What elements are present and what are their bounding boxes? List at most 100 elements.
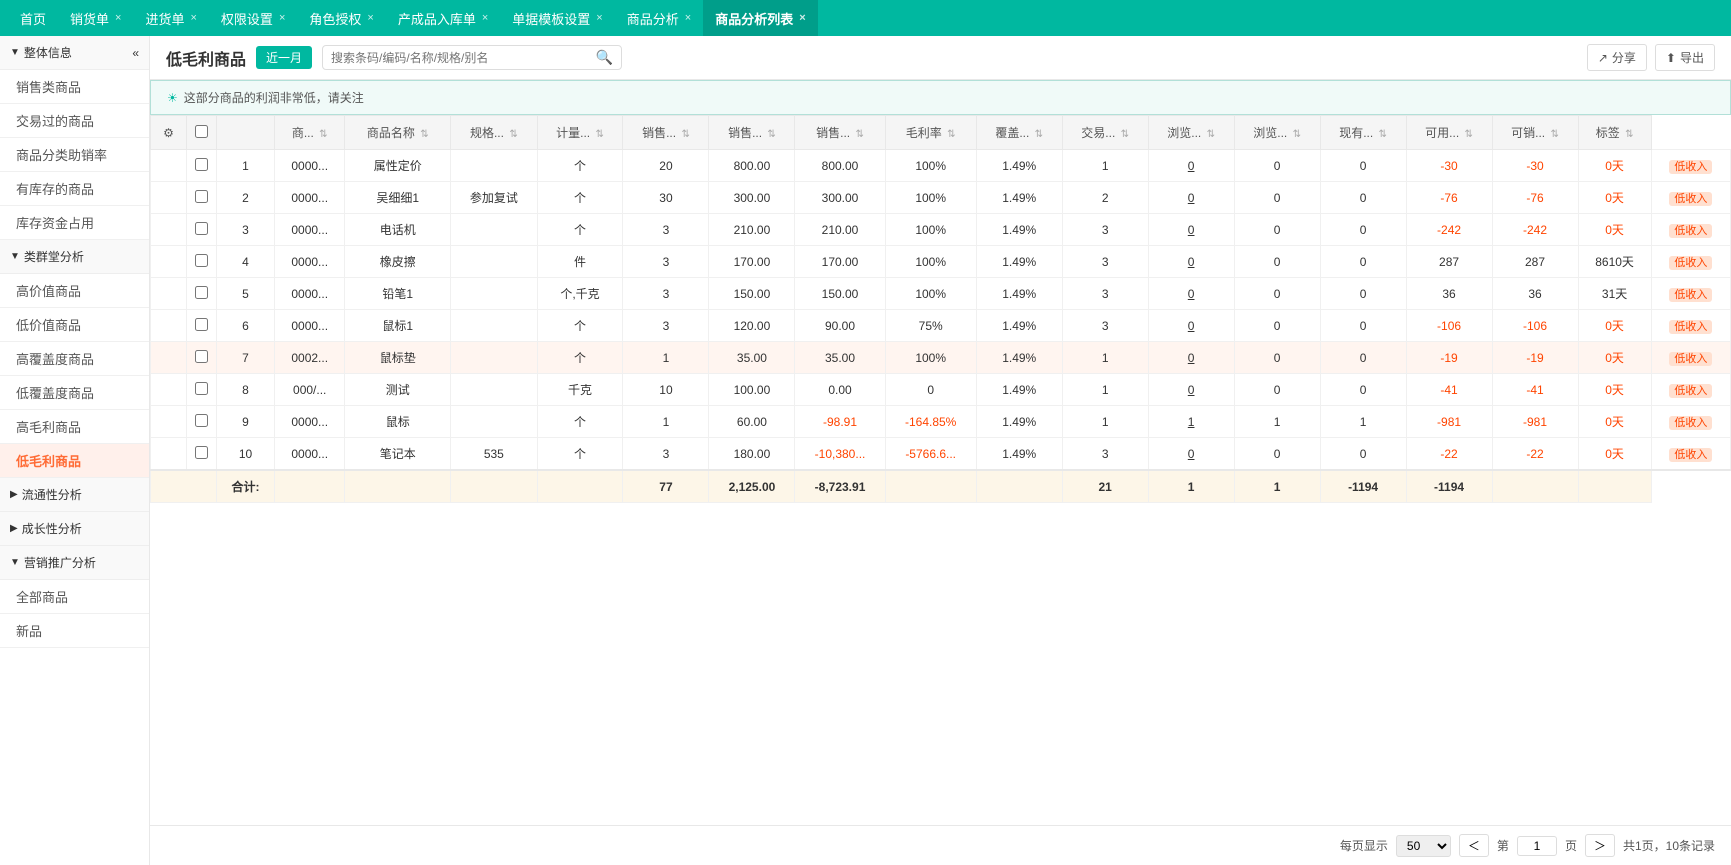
nav-product-inbound[interactable]: 产成品入库单 ×: [386, 0, 500, 36]
sidebar-item-all-products[interactable]: 全部商品: [0, 580, 149, 614]
sidebar-group-cluster[interactable]: ▼ 类群堂分析: [0, 240, 149, 274]
col-tag[interactable]: 标签 ⇅: [1578, 116, 1651, 150]
row-transaction-1[interactable]: 0: [1148, 182, 1234, 214]
sidebar-item-traded-products[interactable]: 交易过的商品: [0, 104, 149, 138]
close-sales-icon[interactable]: ×: [115, 12, 121, 24]
col-stock[interactable]: 现有... ⇅: [1320, 116, 1406, 150]
close-goods-analysis-list-icon[interactable]: ×: [799, 12, 805, 24]
search-icon[interactable]: 🔍: [596, 49, 613, 66]
close-purchase-icon[interactable]: ×: [190, 12, 196, 24]
collapse-icon[interactable]: «: [132, 46, 139, 60]
col-profit-rate[interactable]: 毛利率 ⇅: [885, 116, 976, 150]
sidebar-item-low-coverage[interactable]: 低覆盖度商品: [0, 376, 149, 410]
row-transaction-6[interactable]: 0: [1148, 342, 1234, 374]
row-select-1[interactable]: [195, 190, 208, 203]
nav-template[interactable]: 单据模板设置 ×: [500, 0, 614, 36]
col-amount[interactable]: 销售... ⇅: [795, 116, 885, 150]
footer-empty4: [537, 470, 623, 503]
row-transaction-4[interactable]: 0: [1148, 278, 1234, 310]
row-settings-8: [151, 406, 187, 438]
col-sellable[interactable]: 可销... ⇅: [1492, 116, 1578, 150]
sidebar-item-low-margin[interactable]: 低毛利商品: [0, 444, 149, 478]
row-checkbox-9[interactable]: [187, 438, 217, 471]
sidebar-item-category-rate[interactable]: 商品分类助销率: [0, 138, 149, 172]
sidebar-group-growth[interactable]: ▶ 成长性分析: [0, 512, 149, 546]
row-select-3[interactable]: [195, 254, 208, 267]
row-select-2[interactable]: [195, 222, 208, 235]
row-select-7[interactable]: [195, 382, 208, 395]
close-product-inbound-icon[interactable]: ×: [482, 12, 488, 24]
row-checkbox-2[interactable]: [187, 214, 217, 246]
col-name[interactable]: 商品名称 ⇅: [345, 116, 451, 150]
row-gross-rate-1: 1.49%: [976, 182, 1062, 214]
col-gross-rate[interactable]: 覆盖... ⇅: [976, 116, 1062, 150]
share-button[interactable]: ↗ 分享: [1587, 44, 1647, 71]
nav-home[interactable]: 首页: [8, 0, 58, 36]
nav-goods-analysis-list[interactable]: 商品分析列表 ×: [703, 0, 817, 36]
col-checkbox[interactable]: [187, 116, 217, 150]
sidebar-item-low-value[interactable]: 低价值商品: [0, 308, 149, 342]
row-checkbox-3[interactable]: [187, 246, 217, 278]
page-number-input[interactable]: [1517, 836, 1557, 856]
row-checkbox-7[interactable]: [187, 374, 217, 406]
col-code[interactable]: 商... ⇅: [275, 116, 345, 150]
sidebar-group-marketing[interactable]: ▼ 营销推广分析: [0, 546, 149, 580]
row-checkbox-1[interactable]: [187, 182, 217, 214]
nav-goods-analysis[interactable]: 商品分析 ×: [615, 0, 703, 36]
row-transaction-5[interactable]: 0: [1148, 310, 1234, 342]
col-browse1[interactable]: 浏览... ⇅: [1148, 116, 1234, 150]
nav-purchase[interactable]: 进货单 ×: [133, 0, 208, 36]
page-size-select[interactable]: 50 100 200: [1396, 835, 1451, 857]
row-transaction-2[interactable]: 0: [1148, 214, 1234, 246]
col-transaction[interactable]: 交易... ⇅: [1062, 116, 1148, 150]
row-transaction-7[interactable]: 0: [1148, 374, 1234, 406]
footer-label-text: 合计:: [217, 470, 275, 503]
sidebar-group-flow[interactable]: ▶ 流通性分析: [0, 478, 149, 512]
prev-page-button[interactable]: ＜: [1459, 834, 1489, 857]
sidebar-item-high-coverage[interactable]: 高覆盖度商品: [0, 342, 149, 376]
row-select-0[interactable]: [195, 158, 208, 171]
close-permission-icon[interactable]: ×: [279, 12, 285, 24]
sidebar-item-new-products[interactable]: 新品: [0, 614, 149, 648]
nav-permission[interactable]: 权限设置 ×: [209, 0, 297, 36]
row-checkbox-0[interactable]: [187, 150, 217, 182]
row-transaction-0[interactable]: 0: [1148, 150, 1234, 182]
row-select-9[interactable]: [195, 446, 208, 459]
col-qty[interactable]: 销售... ⇅: [623, 116, 709, 150]
export-button[interactable]: ⬆ 导出: [1655, 44, 1715, 71]
col-price[interactable]: 销售... ⇅: [709, 116, 795, 150]
row-checkbox-4[interactable]: [187, 278, 217, 310]
col-spec[interactable]: 规格... ⇅: [451, 116, 537, 150]
col-unit[interactable]: 计量... ⇅: [537, 116, 623, 150]
row-checkbox-5[interactable]: [187, 310, 217, 342]
row-select-6[interactable]: [195, 350, 208, 363]
search-input[interactable]: [331, 51, 596, 65]
chevron-right-icon-flow: ▶: [10, 489, 18, 500]
sidebar-item-sales-products[interactable]: 销售类商品: [0, 70, 149, 104]
date-filter-button[interactable]: 近一月: [256, 46, 312, 69]
nav-sales[interactable]: 销货单 ×: [58, 0, 133, 36]
row-select-4[interactable]: [195, 286, 208, 299]
sidebar-group-overall[interactable]: ▼ 整体信息 «: [0, 36, 149, 70]
next-page-button[interactable]: ＞: [1585, 834, 1615, 857]
sidebar-item-stocked[interactable]: 有库存的商品: [0, 172, 149, 206]
row-tag-5: 低收入: [1651, 310, 1730, 342]
row-transaction-8[interactable]: 1: [1148, 406, 1234, 438]
sidebar-item-capital[interactable]: 库存资金占用: [0, 206, 149, 240]
sidebar-item-high-value[interactable]: 高价值商品: [0, 274, 149, 308]
col-settings[interactable]: ⚙: [151, 116, 187, 150]
row-checkbox-8[interactable]: [187, 406, 217, 438]
row-transaction-3[interactable]: 0: [1148, 246, 1234, 278]
col-browse2[interactable]: 浏览... ⇅: [1234, 116, 1320, 150]
row-checkbox-6[interactable]: [187, 342, 217, 374]
row-select-5[interactable]: [195, 318, 208, 331]
select-all-checkbox[interactable]: [195, 125, 208, 138]
sidebar-item-high-margin[interactable]: 高毛利商品: [0, 410, 149, 444]
row-transaction-9[interactable]: 0: [1148, 438, 1234, 471]
close-goods-analysis-icon[interactable]: ×: [685, 12, 691, 24]
col-available[interactable]: 可用... ⇅: [1406, 116, 1492, 150]
close-template-icon[interactable]: ×: [596, 12, 602, 24]
nav-role[interactable]: 角色授权 ×: [297, 0, 385, 36]
close-role-icon[interactable]: ×: [367, 12, 373, 24]
row-select-8[interactable]: [195, 414, 208, 427]
